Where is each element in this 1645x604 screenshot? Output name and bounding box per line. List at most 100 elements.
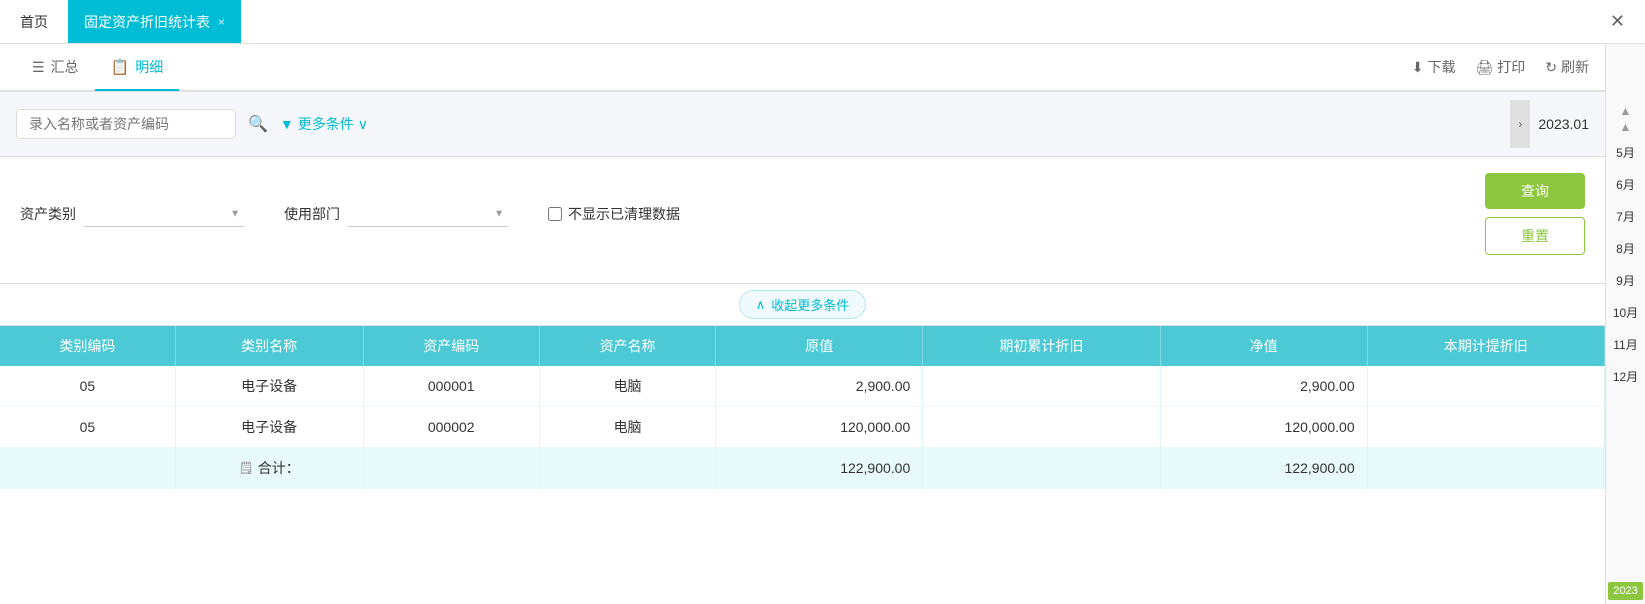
tab-detail[interactable]: 📋 明细 xyxy=(95,45,180,91)
print-label: 打印 xyxy=(1497,57,1525,77)
table-cell: 2,900.00 xyxy=(1160,366,1367,407)
left-panel: ☰ 汇总 📋 明细 ⬇ 下载 🖨 打印 ↻ 刷新 xyxy=(0,44,1605,604)
total-cell xyxy=(0,448,175,489)
table-cell xyxy=(923,366,1160,407)
active-tab[interactable]: 固定资产折旧统计表 × xyxy=(68,0,241,43)
month-item[interactable]: 12月 xyxy=(1608,360,1644,392)
window-close-button[interactable]: ✕ xyxy=(1590,0,1645,43)
search-bar: 🔍 ▼ 更多条件 ∨ › 2023.01 xyxy=(0,92,1605,157)
tab-summary[interactable]: ☰ 汇总 xyxy=(16,45,95,91)
scroll-up-button[interactable]: ▲ ▲ xyxy=(1620,104,1632,134)
table-cell: 电脑 xyxy=(539,366,715,407)
col-header-net-value: 净值 xyxy=(1160,326,1367,366)
table-cell: 2,900.00 xyxy=(716,366,923,407)
chevron-up-icon: ▲ xyxy=(1620,104,1632,118)
department-select[interactable] xyxy=(348,202,508,227)
tab-close-icon[interactable]: × xyxy=(218,15,225,29)
month-item[interactable]: 9月 xyxy=(1608,264,1644,296)
month-item[interactable]: 11月 xyxy=(1608,328,1644,360)
collapse-icon: ∧ xyxy=(756,297,766,313)
refresh-button[interactable]: ↻ 刷新 xyxy=(1545,57,1589,77)
col-header-original-value: 原值 xyxy=(716,326,923,366)
query-button[interactable]: 查询 xyxy=(1485,173,1585,209)
asset-category-filter: 资产类别 xyxy=(20,202,244,227)
month-list: 5月6月7月8月9月10月11月12月 xyxy=(1608,136,1644,392)
col-header-category-name: 类别名称 xyxy=(175,326,363,366)
table-row: 05电子设备000002电脑120,000.00120,000.00 xyxy=(0,407,1605,448)
table-cell: 电脑 xyxy=(539,407,715,448)
collapse-conditions-button[interactable]: ∧ 收起更多条件 xyxy=(739,290,867,319)
home-tab[interactable]: 首页 xyxy=(0,0,68,43)
month-item[interactable]: 7月 xyxy=(1608,200,1644,232)
exclude-cleared-label: 不显示已清理数据 xyxy=(568,204,680,224)
year-badge: 2023 xyxy=(1608,582,1642,600)
date-display: 2023.01 xyxy=(1538,116,1589,132)
chevron-up-icon-2: ▲ xyxy=(1620,120,1632,134)
filter-area: 资产类别 使用部门 xyxy=(0,157,1605,284)
col-header-accumulated-depreciation: 期初累计折旧 xyxy=(923,326,1160,366)
table-cell xyxy=(1367,407,1604,448)
table-cell: 电子设备 xyxy=(175,407,363,448)
table-cell: 120,000.00 xyxy=(1160,407,1367,448)
exclude-cleared-checkbox[interactable] xyxy=(548,207,562,221)
top-nav: 首页 固定资产折旧统计表 × ✕ xyxy=(0,0,1645,44)
filter-row: 资产类别 使用部门 xyxy=(20,173,1585,255)
refresh-icon: ↻ xyxy=(1545,59,1557,76)
filter-buttons: 查询 重置 xyxy=(1485,173,1585,255)
more-conditions-label: 更多条件 xyxy=(298,114,354,134)
table-cell: 000002 xyxy=(363,407,539,448)
total-cell: 122,900.00 xyxy=(716,448,923,489)
table-cell: 电子设备 xyxy=(175,366,363,407)
collapse-side-panel-button[interactable]: › xyxy=(1510,100,1530,148)
more-conditions-button[interactable]: ▼ 更多条件 ∨ xyxy=(280,114,368,134)
total-cell: 🗒合计： xyxy=(175,448,363,489)
total-icon: 🗒 xyxy=(239,461,254,475)
department-select-wrapper xyxy=(348,202,508,227)
department-filter: 使用部门 xyxy=(284,202,508,227)
data-table: 类别编码 类别名称 资产编码 资产名称 原值 期初累计折旧 净值 本期计提折旧 … xyxy=(0,326,1605,489)
month-item[interactable]: 5月 xyxy=(1608,136,1644,168)
total-cell xyxy=(923,448,1160,489)
table-cell: 120,000.00 xyxy=(716,407,923,448)
detail-label: 明细 xyxy=(135,57,163,77)
department-label: 使用部门 xyxy=(284,204,340,224)
asset-category-select-wrapper xyxy=(84,202,244,227)
chevron-right-icon: › xyxy=(1518,117,1522,131)
search-icon[interactable]: 🔍 xyxy=(248,114,268,134)
table-total-row: 🗒合计： 122,900.00 122,900.00 xyxy=(0,448,1605,489)
col-header-asset-code: 资产编码 xyxy=(363,326,539,366)
table-row: 05电子设备000001电脑2,900.002,900.00 xyxy=(0,366,1605,407)
month-item[interactable]: 8月 xyxy=(1608,232,1644,264)
table-area: 类别编码 类别名称 资产编码 资产名称 原值 期初累计折旧 净值 本期计提折旧 … xyxy=(0,326,1605,604)
summary-label: 汇总 xyxy=(51,57,79,77)
filter-icon: ▼ xyxy=(280,116,294,132)
reset-button[interactable]: 重置 xyxy=(1485,217,1585,255)
asset-category-select[interactable] xyxy=(84,202,244,227)
table-cell: 000001 xyxy=(363,366,539,407)
collapse-label: 收起更多条件 xyxy=(771,295,849,314)
print-button[interactable]: 🖨 打印 xyxy=(1475,57,1525,77)
print-icon: 🖨 xyxy=(1475,59,1493,76)
toolbar: ☰ 汇总 📋 明细 ⬇ 下载 🖨 打印 ↻ 刷新 xyxy=(0,44,1605,92)
download-button[interactable]: ⬇ 下载 xyxy=(1412,57,1456,77)
col-header-category-code: 类别编码 xyxy=(0,326,175,366)
month-item[interactable]: 10月 xyxy=(1608,296,1644,328)
summary-icon: ☰ xyxy=(32,59,45,76)
collapse-bar: ∧ 收起更多条件 xyxy=(0,284,1605,326)
table-cell: 05 xyxy=(0,407,175,448)
col-header-current-depreciation: 本期计提折旧 xyxy=(1367,326,1604,366)
search-input[interactable] xyxy=(16,109,236,139)
total-cell xyxy=(1367,448,1604,489)
month-item[interactable]: 6月 xyxy=(1608,168,1644,200)
col-header-asset-name: 资产名称 xyxy=(539,326,715,366)
total-cell: 122,900.00 xyxy=(1160,448,1367,489)
table-cell xyxy=(1367,366,1604,407)
exclude-cleared-checkbox-item: 不显示已清理数据 xyxy=(548,204,680,224)
download-label: 下载 xyxy=(1427,57,1455,77)
refresh-label: 刷新 xyxy=(1561,57,1589,77)
download-icon: ⬇ xyxy=(1412,59,1424,76)
detail-icon: 📋 xyxy=(111,58,130,76)
table-cell xyxy=(923,407,1160,448)
right-panel: ▲ ▲ 5月6月7月8月9月10月11月12月 2023 xyxy=(1605,44,1645,604)
table-header-row: 类别编码 类别名称 资产编码 资产名称 原值 期初累计折旧 净值 本期计提折旧 xyxy=(0,326,1605,366)
